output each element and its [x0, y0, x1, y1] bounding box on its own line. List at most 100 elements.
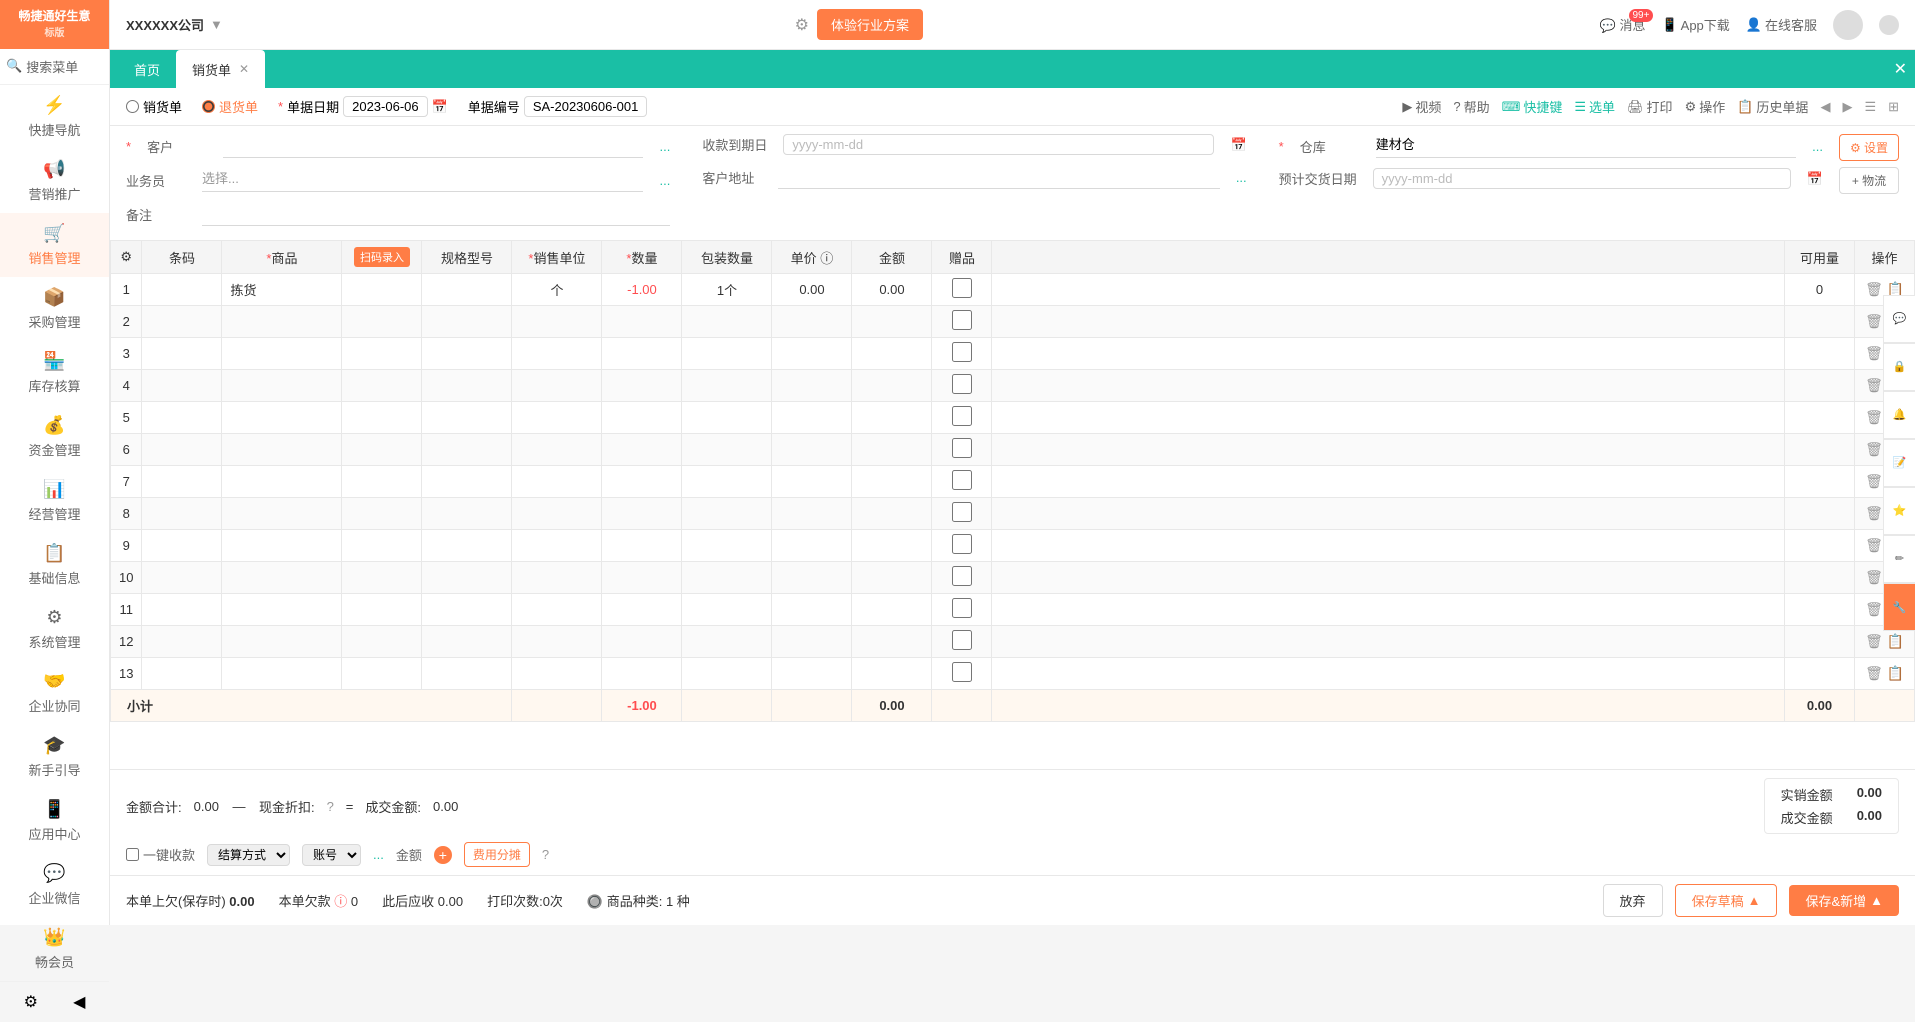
- sidebar-item-9[interactable]: 🤝 企业协同: [0, 661, 109, 725]
- salesperson-dots[interactable]: ...: [659, 173, 670, 188]
- cell-amount[interactable]: [852, 338, 932, 370]
- delete-row-btn[interactable]: 🗑: [1865, 281, 1883, 298]
- cell-product[interactable]: [222, 626, 342, 658]
- cell-qty[interactable]: [602, 626, 682, 658]
- cell-pack-qty[interactable]: [682, 658, 772, 690]
- cell-note[interactable]: [992, 370, 1785, 402]
- tab-close-all-icon[interactable]: ✕: [1894, 59, 1907, 79]
- cell-price[interactable]: 0.00: [772, 274, 852, 306]
- account-select[interactable]: 账号: [302, 844, 361, 866]
- cell-note[interactable]: [992, 594, 1785, 626]
- cell-spec[interactable]: [422, 338, 512, 370]
- cell-spec[interactable]: [422, 306, 512, 338]
- cell-barcode[interactable]: [142, 370, 222, 402]
- delivery-calendar-icon[interactable]: 📅: [1807, 171, 1823, 187]
- sidebar-item-8[interactable]: ⚙ 系统管理: [0, 597, 109, 661]
- right-float-tool[interactable]: 🔧: [1883, 583, 1915, 631]
- tab-close-icon[interactable]: ✕: [239, 62, 249, 76]
- cell-amount[interactable]: [852, 562, 932, 594]
- right-float-edit[interactable]: ✏: [1883, 535, 1915, 583]
- one-click-pay-checkbox[interactable]: [126, 848, 139, 861]
- cell-price[interactable]: [772, 498, 852, 530]
- toolbar-select[interactable]: ☰选单: [1574, 97, 1615, 116]
- warehouse-dots[interactable]: ...: [1812, 139, 1823, 154]
- sidebar-item-10[interactable]: 🎓 新手引导: [0, 725, 109, 789]
- cell-price[interactable]: [772, 370, 852, 402]
- cell-pack-qty[interactable]: [682, 434, 772, 466]
- delete-row-btn[interactable]: 🗑: [1865, 537, 1883, 554]
- toolbar-help[interactable]: ?帮助: [1453, 97, 1489, 116]
- cell-pack-qty[interactable]: [682, 530, 772, 562]
- trial-btn[interactable]: 体验行业方案: [817, 9, 923, 40]
- cell-note[interactable]: [992, 402, 1785, 434]
- add-payment-btn[interactable]: +: [434, 846, 452, 864]
- radio-return[interactable]: 退货单: [202, 97, 258, 116]
- sidebar-item-2[interactable]: 🛒 销售管理: [0, 213, 109, 277]
- delete-row-btn[interactable]: 🗑: [1865, 665, 1883, 682]
- toolbar-video[interactable]: ▶视频: [1402, 97, 1441, 116]
- cell-unit[interactable]: [512, 498, 602, 530]
- cell-product[interactable]: [222, 466, 342, 498]
- cell-gift[interactable]: [932, 274, 992, 306]
- toolbar-view-list[interactable]: ☰: [1864, 99, 1876, 115]
- cell-gift[interactable]: [932, 466, 992, 498]
- cell-spec[interactable]: [422, 274, 512, 306]
- radio-sales[interactable]: 销货单: [126, 97, 182, 116]
- toolbar-view-grid[interactable]: ⊞: [1888, 99, 1899, 115]
- cell-pack-qty[interactable]: [682, 562, 772, 594]
- cell-gift[interactable]: [932, 658, 992, 690]
- cell-pack-qty[interactable]: 1个: [682, 274, 772, 306]
- cell-qty[interactable]: [602, 306, 682, 338]
- cell-note[interactable]: [992, 530, 1785, 562]
- cell-pack-qty[interactable]: [682, 498, 772, 530]
- cell-unit[interactable]: [512, 530, 602, 562]
- cell-price[interactable]: [772, 658, 852, 690]
- cell-gift[interactable]: [932, 434, 992, 466]
- cell-barcode[interactable]: [142, 562, 222, 594]
- customer-dots[interactable]: ...: [659, 139, 670, 154]
- col-scan[interactable]: 扫码录入: [342, 241, 422, 274]
- discount-help-icon[interactable]: ?: [327, 799, 334, 814]
- cell-pack-qty[interactable]: [682, 626, 772, 658]
- cell-price[interactable]: [772, 562, 852, 594]
- due-date-input[interactable]: yyyy-mm-dd: [783, 134, 1214, 155]
- company-selector[interactable]: XXXXXX公司 ▼: [126, 15, 787, 34]
- logistics-btn[interactable]: + 物流: [1839, 167, 1899, 194]
- abandon-btn[interactable]: 放弃: [1603, 884, 1663, 917]
- account-dots[interactable]: ...: [373, 847, 384, 862]
- cell-gift[interactable]: [932, 402, 992, 434]
- cell-spec[interactable]: [422, 626, 512, 658]
- cell-qty[interactable]: [602, 338, 682, 370]
- cell-barcode[interactable]: [142, 626, 222, 658]
- cell-product[interactable]: 拣货: [222, 274, 342, 306]
- cell-price[interactable]: [772, 626, 852, 658]
- cell-unit[interactable]: [512, 594, 602, 626]
- cell-price[interactable]: [772, 338, 852, 370]
- settings-gear-icon[interactable]: ⚙: [795, 15, 809, 35]
- cell-pack-qty[interactable]: [682, 594, 772, 626]
- save-draft-btn[interactable]: 保存草稿 ▲: [1675, 884, 1778, 917]
- cell-spec[interactable]: [422, 466, 512, 498]
- cell-barcode[interactable]: [142, 338, 222, 370]
- fee-split-btn[interactable]: 费用分摊: [464, 842, 530, 867]
- cell-product[interactable]: [222, 370, 342, 402]
- cell-qty[interactable]: [602, 658, 682, 690]
- cell-barcode[interactable]: [142, 434, 222, 466]
- customer-input[interactable]: [223, 134, 643, 158]
- sidebar-item-3[interactable]: 📦 采购管理: [0, 277, 109, 341]
- cell-note[interactable]: [992, 562, 1785, 594]
- tab-home[interactable]: 首页: [118, 50, 176, 88]
- cell-amount[interactable]: [852, 658, 932, 690]
- delete-row-btn[interactable]: 🗑: [1865, 441, 1883, 458]
- message-btn[interactable]: 💬 消息 99+: [1600, 15, 1646, 34]
- cell-spec[interactable]: [422, 658, 512, 690]
- customer-addr-dots[interactable]: ...: [1236, 170, 1247, 185]
- cell-qty[interactable]: [602, 530, 682, 562]
- cell-unit[interactable]: [512, 402, 602, 434]
- delete-row-btn[interactable]: 🗑: [1865, 505, 1883, 522]
- cell-product[interactable]: [222, 402, 342, 434]
- tab-sales-order[interactable]: 销货单 ✕: [176, 50, 265, 88]
- cell-barcode[interactable]: [142, 274, 222, 306]
- cell-note[interactable]: [992, 338, 1785, 370]
- cell-product[interactable]: [222, 338, 342, 370]
